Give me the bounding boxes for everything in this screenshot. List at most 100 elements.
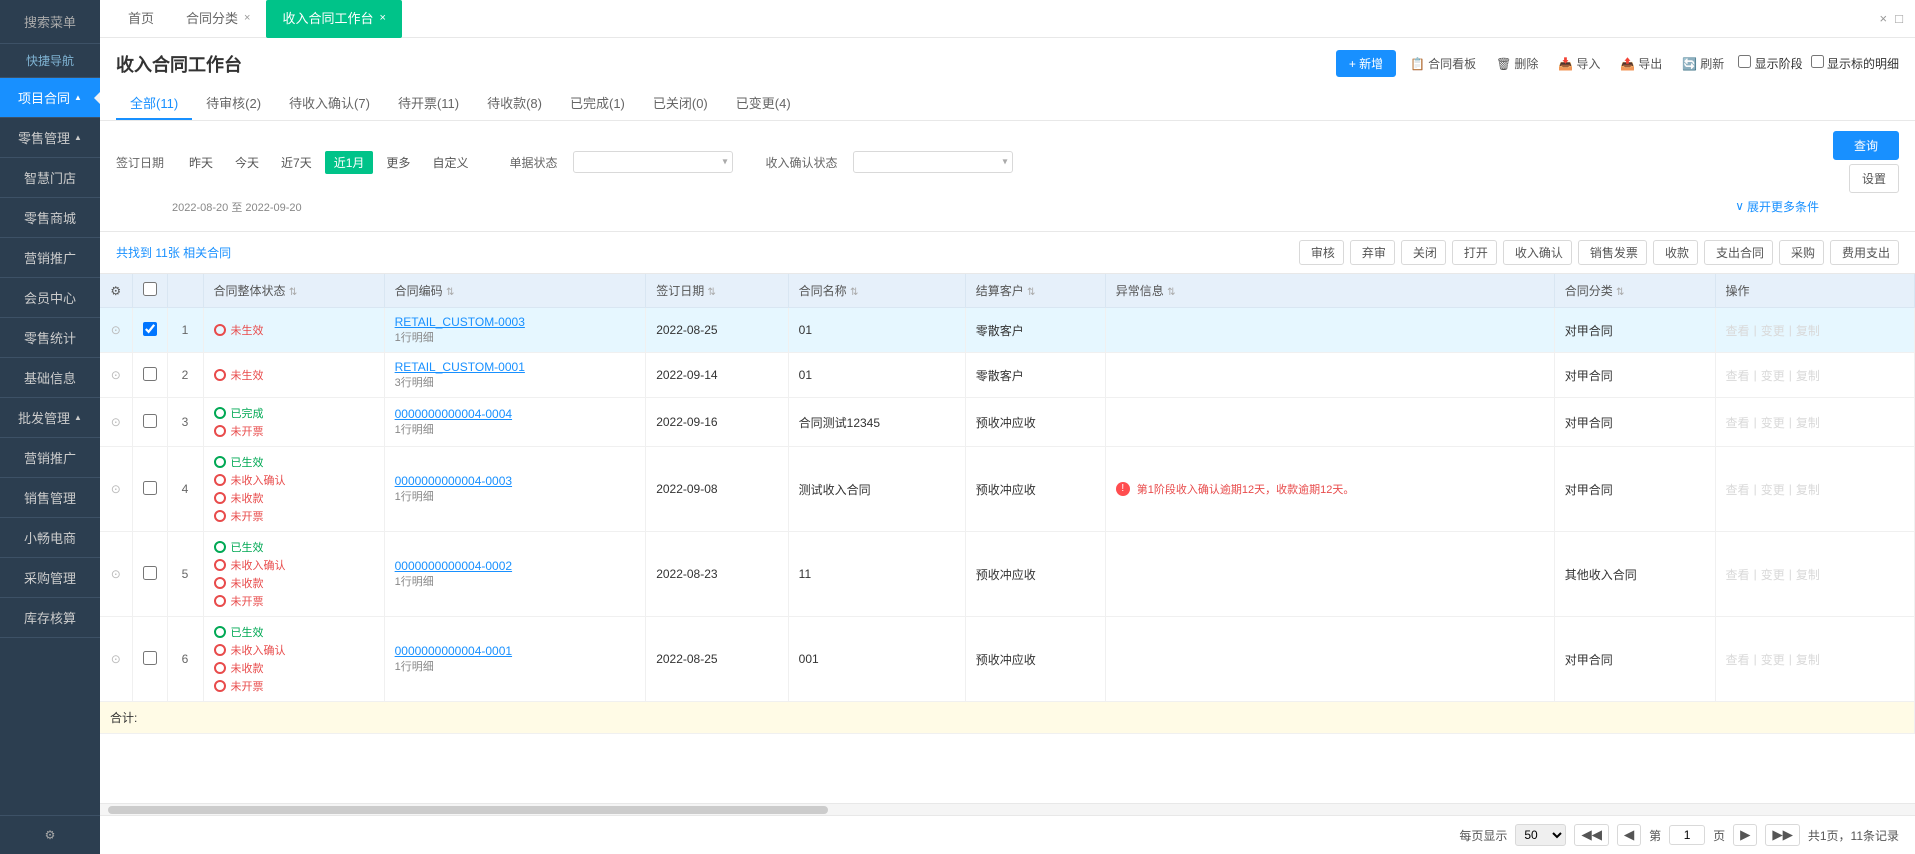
toolbar-btn-close[interactable]: 关闭 <box>1401 240 1446 265</box>
toolbar-btn-out-contract[interactable]: 支出合同 <box>1704 240 1773 265</box>
row-code-link-0[interactable]: RETAIL_CUSTOM-0003 <box>395 315 636 329</box>
sidebar-item-project[interactable]: 项目合同▲ <box>0 78 100 118</box>
row-checkbox-3[interactable] <box>143 481 157 495</box>
date-btn-custom[interactable]: 自定义 <box>423 151 477 174</box>
row-action-复制-0[interactable]: 复制 <box>1796 322 1820 339</box>
sub-tab-all[interactable]: 全部(11) <box>116 87 192 120</box>
first-page-btn[interactable]: ◀◀ <box>1574 824 1609 846</box>
row-checkbox-1[interactable] <box>143 367 157 381</box>
query-button[interactable]: 查询 <box>1833 131 1899 160</box>
toolbar-btn-audit[interactable]: 审核 <box>1299 240 1344 265</box>
sub-tab-pending-payment[interactable]: 待收款(8) <box>473 87 556 120</box>
sub-tab-changed[interactable]: 已变更(4) <box>722 87 805 120</box>
delete-button[interactable]: 🗑 删除 <box>1490 52 1544 75</box>
toolbar-btn-collect[interactable]: 收款 <box>1653 240 1698 265</box>
kanban-button[interactable]: 📋 合同看板 <box>1404 52 1482 75</box>
row-settings-icon-3[interactable]: ⊙ <box>111 482 121 496</box>
error-col-header[interactable]: 异常信息 ⇅ <box>1105 274 1554 308</box>
sidebar-item-xiaochang[interactable]: 小畅电商 <box>0 518 100 558</box>
row-checkbox-0[interactable] <box>143 322 157 336</box>
row-action-查看-0[interactable]: 查看 <box>1726 322 1750 339</box>
row-action-变更-3[interactable]: 变更 <box>1761 481 1785 498</box>
horizontal-scrollbar[interactable] <box>100 803 1915 815</box>
sidebar-search[interactable]: 搜索菜单 <box>0 0 100 44</box>
add-button[interactable]: + 新增 <box>1336 50 1396 77</box>
row-action-变更-2[interactable]: 变更 <box>1761 414 1785 431</box>
customer-col-header[interactable]: 结算客户 ⇅ <box>965 274 1105 308</box>
toolbar-btn-purchase[interactable]: 采购 <box>1779 240 1824 265</box>
scrollbar-thumb[interactable] <box>108 806 828 814</box>
row-action-复制-5[interactable]: 复制 <box>1796 651 1820 668</box>
row-settings-icon-0[interactable]: ⊙ <box>111 323 121 337</box>
row-settings-icon-1[interactable]: ⊙ <box>111 368 121 382</box>
show-fields-checkbox[interactable] <box>1738 55 1751 68</box>
sidebar-item-wholesale[interactable]: 批发管理▲ <box>0 398 100 438</box>
date-btn-more[interactable]: 更多 <box>377 151 419 174</box>
row-action-查看-2[interactable]: 查看 <box>1726 414 1750 431</box>
sidebar-nav[interactable]: 快捷导航 <box>0 44 100 78</box>
sidebar-item-members[interactable]: 会员中心 <box>0 278 100 318</box>
window-close-btn[interactable]: × <box>1880 11 1888 26</box>
refresh-button[interactable]: 🔄 刷新 <box>1676 52 1730 75</box>
tab-contract-cat[interactable]: 合同分类× <box>170 0 266 38</box>
category-col-header[interactable]: 合同分类 ⇅ <box>1554 274 1715 308</box>
row-settings-icon-4[interactable]: ⊙ <box>111 567 121 581</box>
row-code-link-5[interactable]: 0000000000004-0001 <box>395 644 636 658</box>
sidebar-item-sales[interactable]: 营销推广 <box>0 438 100 478</box>
sidebar-item-smart-store[interactable]: 智慧门店 <box>0 158 100 198</box>
sidebar-gear-icon[interactable]: ⚙ <box>0 815 100 854</box>
row-checkbox-5[interactable] <box>143 651 157 665</box>
date-btn-last1month[interactable]: 近1月 <box>325 151 374 174</box>
toolbar-btn-open[interactable]: 打开 <box>1452 240 1497 265</box>
page-size-select[interactable]: 2050100 <box>1515 824 1566 846</box>
date-btn-yesterday[interactable]: 昨天 <box>180 151 222 174</box>
export-button[interactable]: 📤 导出 <box>1614 52 1668 75</box>
import-button[interactable]: 📥 导入 <box>1552 52 1606 75</box>
code-col-header[interactable]: 合同编码 ⇅ <box>384 274 646 308</box>
sidebar-item-basic-info[interactable]: 基础信息 <box>0 358 100 398</box>
toolbar-btn-sales-invoice[interactable]: 销售发票 <box>1578 240 1647 265</box>
toolbar-btn-income-confirm[interactable]: 收入确认 <box>1503 240 1572 265</box>
date-btn-last7[interactable]: 近7天 <box>272 151 321 174</box>
row-action-查看-1[interactable]: 查看 <box>1726 367 1750 384</box>
row-action-变更-5[interactable]: 变更 <box>1761 651 1785 668</box>
row-action-变更-1[interactable]: 变更 <box>1761 367 1785 384</box>
tab-home[interactable]: 首页 <box>112 0 170 38</box>
tab-close-contract-cat[interactable]: × <box>244 12 250 24</box>
row-action-查看-4[interactable]: 查看 <box>1726 566 1750 583</box>
sidebar-item-retail-stats[interactable]: 零售统计 <box>0 318 100 358</box>
window-max-btn[interactable]: □ <box>1895 11 1903 26</box>
sidebar-item-retail[interactable]: 零售管理▲ <box>0 118 100 158</box>
row-code-link-1[interactable]: RETAIL_CUSTOM-0001 <box>395 360 636 374</box>
row-checkbox-2[interactable] <box>143 414 157 428</box>
date-col-header[interactable]: 签订日期 ⇅ <box>646 274 788 308</box>
sub-tab-completed[interactable]: 已完成(1) <box>556 87 639 120</box>
row-action-复制-4[interactable]: 复制 <box>1796 566 1820 583</box>
toolbar-btn-abandon[interactable]: 弃审 <box>1350 240 1395 265</box>
sidebar-item-sales-mgmt[interactable]: 销售管理 <box>0 478 100 518</box>
row-action-变更-0[interactable]: 变更 <box>1761 322 1785 339</box>
doc-status-select[interactable] <box>573 151 733 173</box>
tab-close-income-workbench[interactable]: × <box>379 12 385 24</box>
select-all-checkbox[interactable] <box>143 282 157 296</box>
row-action-查看-3[interactable]: 查看 <box>1726 481 1750 498</box>
row-action-查看-5[interactable]: 查看 <box>1726 651 1750 668</box>
confirm-status-select[interactable] <box>853 151 1013 173</box>
status-col-header[interactable]: 合同整体状态 ⇅ <box>203 274 384 308</box>
set-button[interactable]: 设置 <box>1849 164 1899 193</box>
sidebar-item-online-store[interactable]: 零售商城 <box>0 198 100 238</box>
row-settings-icon-2[interactable]: ⊙ <box>111 415 121 429</box>
expand-filter-button[interactable]: ∨ 展开更多条件 <box>1735 198 1819 215</box>
row-code-link-3[interactable]: 0000000000004-0003 <box>395 474 636 488</box>
toolbar-btn-expense-out[interactable]: 费用支出 <box>1830 240 1899 265</box>
page-number-input[interactable] <box>1669 825 1705 845</box>
name-col-header[interactable]: 合同名称 ⇅ <box>788 274 965 308</box>
tab-income-workbench[interactable]: 收入合同工作台× <box>266 0 401 38</box>
settings-col-header[interactable]: ⚙ <box>100 274 132 308</box>
row-settings-icon-5[interactable]: ⊙ <box>111 652 121 666</box>
row-action-复制-3[interactable]: 复制 <box>1796 481 1820 498</box>
next-page-btn[interactable]: ▶ <box>1733 824 1757 846</box>
sub-tab-closed[interactable]: 已关闭(0) <box>639 87 722 120</box>
date-btn-today[interactable]: 今天 <box>226 151 268 174</box>
sub-tab-pending-review[interactable]: 待审核(2) <box>192 87 275 120</box>
